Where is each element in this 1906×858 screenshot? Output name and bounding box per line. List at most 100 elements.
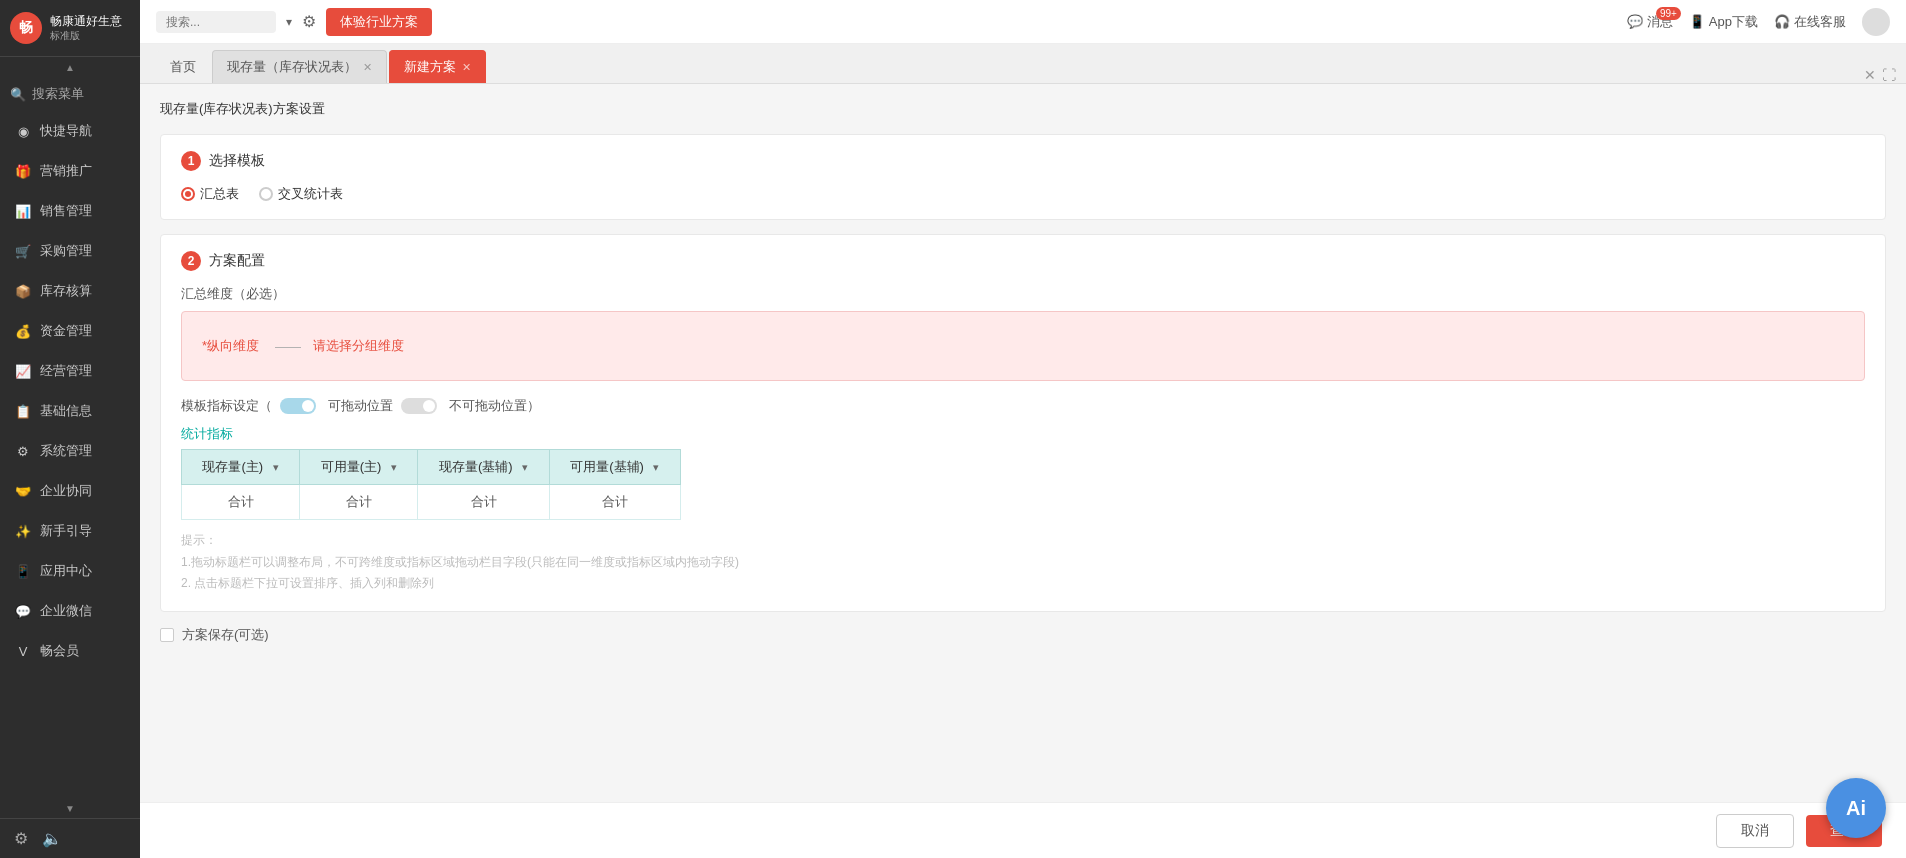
sidebar-item-guide[interactable]: ✨ 新手引导 bbox=[0, 511, 140, 551]
tab-expand-icon[interactable]: ⛶ bbox=[1882, 67, 1896, 83]
radio-cross-circle bbox=[259, 187, 273, 201]
finance-icon: 💰 bbox=[14, 322, 32, 340]
sidebar-scroll-up[interactable]: ▲ bbox=[0, 57, 140, 77]
logo-icon: 畅 bbox=[10, 12, 42, 44]
topbar-app-download[interactable]: 📱 App下载 bbox=[1689, 13, 1758, 31]
topbar-gear-icon[interactable]: ⚙ bbox=[302, 12, 316, 31]
topbar-search-input[interactable] bbox=[156, 11, 276, 33]
dimension-required: *纵向维度 bbox=[202, 337, 259, 355]
topbar-online-service[interactable]: 🎧 在线客服 bbox=[1774, 13, 1846, 31]
col-available-aux-label: 可用量(基辅) bbox=[570, 459, 644, 474]
tips-title: 提示： bbox=[181, 530, 1865, 552]
sidebar-item-marketing[interactable]: 🎁 营销推广 bbox=[0, 151, 140, 191]
sidebar-item-system[interactable]: ⚙ 系统管理 bbox=[0, 431, 140, 471]
sidebar-item-member[interactable]: V 畅会员 bbox=[0, 631, 140, 671]
col-current-aux[interactable]: 现存量(基辅) ▾ bbox=[418, 450, 549, 485]
sidebar-item-label: 新手引导 bbox=[40, 522, 92, 540]
draggable-label: 可拖动位置 bbox=[328, 397, 393, 415]
radio-summary[interactable]: 汇总表 bbox=[181, 185, 239, 203]
sidebar-item-apps[interactable]: 📱 应用中心 bbox=[0, 551, 140, 591]
radio-summary-circle bbox=[181, 187, 195, 201]
sidebar-item-label: 企业微信 bbox=[40, 602, 92, 620]
tip-1: 1.拖动标题栏可以调整布局，不可跨维度或指标区域拖动栏目字段(只能在同一维度或指… bbox=[181, 552, 1865, 574]
tab-close-all-icon[interactable]: ✕ bbox=[1864, 67, 1876, 83]
sidebar-item-inventory[interactable]: 📦 库存核算 bbox=[0, 271, 140, 311]
cell-summary-3: 合计 bbox=[418, 485, 549, 520]
message-icon: 💬 bbox=[1627, 14, 1643, 29]
company-icon: 🤝 bbox=[14, 482, 32, 500]
sidebar-item-label: 资金管理 bbox=[40, 322, 92, 340]
sidebar-item-purchase[interactable]: 🛒 采购管理 bbox=[0, 231, 140, 271]
topbar-right: 💬 消息 99+ 📱 App下载 🎧 在线客服 bbox=[1627, 8, 1890, 36]
sidebar-item-label: 基础信息 bbox=[40, 402, 92, 420]
sidebar: 畅 畅康通好生意 标准版 ▲ 🔍 搜索菜单 ◉ 快捷导航 🎁 营销推广 📊 销售… bbox=[0, 0, 140, 858]
radio-summary-label: 汇总表 bbox=[200, 185, 239, 203]
ai-floating-button[interactable]: Ai bbox=[1826, 778, 1886, 838]
sound-icon[interactable]: 🔈 bbox=[42, 829, 62, 848]
app-download-label: App下载 bbox=[1709, 13, 1758, 31]
tab-inventory-status[interactable]: 现存量（库存状况表） ✕ bbox=[212, 50, 387, 83]
col-available-main[interactable]: 可用量(主) ▾ bbox=[300, 450, 418, 485]
tab-new-plan[interactable]: 新建方案 ✕ bbox=[389, 50, 486, 83]
dimension-section-label: 汇总维度（必选） bbox=[181, 285, 1865, 303]
sidebar-item-wechat[interactable]: 💬 企业微信 bbox=[0, 591, 140, 631]
col-current-aux-dropdown[interactable]: ▾ bbox=[522, 461, 528, 473]
operations-icon: 📈 bbox=[14, 362, 32, 380]
step2-header: 2 方案配置 bbox=[181, 251, 1865, 271]
sidebar-item-label: 库存核算 bbox=[40, 282, 92, 300]
non-draggable-toggle bbox=[401, 398, 437, 414]
sidebar-search[interactable]: 🔍 搜索菜单 bbox=[0, 77, 140, 111]
sidebar-item-quick-nav[interactable]: ◉ 快捷导航 bbox=[0, 111, 140, 151]
dimension-box[interactable]: *纵向维度 —— 请选择分组维度 bbox=[181, 311, 1865, 381]
tip-2: 2. 点击标题栏下拉可设置排序、插入列和删除列 bbox=[181, 573, 1865, 595]
wechat-icon: 💬 bbox=[14, 602, 32, 620]
col-available-aux-dropdown[interactable]: ▾ bbox=[653, 461, 659, 473]
system-icon: ⚙ bbox=[14, 442, 32, 460]
action-bar: 取消 查询 bbox=[140, 802, 1906, 858]
step1-card: 1 选择模板 汇总表 交叉统计表 bbox=[160, 134, 1886, 220]
cancel-button[interactable]: 取消 bbox=[1716, 814, 1794, 848]
member-icon: V bbox=[14, 642, 32, 660]
col-available-main-dropdown[interactable]: ▾ bbox=[391, 461, 397, 473]
step2-card: 2 方案配置 汇总维度（必选） *纵向维度 —— 请选择分组维度 模板指标设定（… bbox=[160, 234, 1886, 612]
col-current-main[interactable]: 现存量(主) ▾ bbox=[182, 450, 300, 485]
sidebar-item-sales[interactable]: 📊 销售管理 bbox=[0, 191, 140, 231]
topbar-messages[interactable]: 💬 消息 99+ bbox=[1627, 13, 1673, 31]
tab-home[interactable]: 首页 bbox=[156, 51, 210, 83]
main-area: ▾ ⚙ 体验行业方案 💬 消息 99+ 📱 App下载 🎧 在线客服 首页 bbox=[140, 0, 1906, 858]
topbar: ▾ ⚙ 体验行业方案 💬 消息 99+ 📱 App下载 🎧 在线客服 bbox=[140, 0, 1906, 44]
quick-nav-icon: ◉ bbox=[14, 122, 32, 140]
sidebar-scroll-down[interactable]: ▼ bbox=[0, 798, 140, 818]
tips-section: 提示： 1.拖动标题栏可以调整布局，不可跨维度或指标区域拖动栏目字段(只能在同一… bbox=[181, 530, 1865, 595]
dimension-dash: —— bbox=[275, 339, 301, 354]
sidebar-logo: 畅 畅康通好生意 标准版 bbox=[0, 0, 140, 57]
page-title: 现存量(库存状况表)方案设置 bbox=[160, 100, 1886, 118]
sidebar-item-finance[interactable]: 💰 资金管理 bbox=[0, 311, 140, 351]
table-summary-row: 合计 合计 合计 合计 bbox=[182, 485, 681, 520]
tab-inventory-close[interactable]: ✕ bbox=[363, 61, 372, 74]
cell-summary-2: 合计 bbox=[300, 485, 418, 520]
settings-icon[interactable]: ⚙ bbox=[14, 829, 28, 848]
col-current-main-dropdown[interactable]: ▾ bbox=[273, 461, 279, 473]
stats-table: 现存量(主) ▾ 可用量(主) ▾ 现存量(基辅) ▾ bbox=[181, 449, 681, 520]
draggable-toggle bbox=[280, 398, 316, 414]
tab-inventory-label: 现存量（库存状况表） bbox=[227, 58, 357, 76]
guide-icon: ✨ bbox=[14, 522, 32, 540]
sidebar-item-operations[interactable]: 📈 经营管理 bbox=[0, 351, 140, 391]
topbar-dropdown[interactable]: ▾ bbox=[286, 15, 292, 29]
template-radio-group: 汇总表 交叉统计表 bbox=[181, 185, 1865, 203]
tab-new-plan-close[interactable]: ✕ bbox=[462, 61, 471, 74]
tab-new-plan-label: 新建方案 bbox=[404, 58, 456, 76]
topbar-cta-button[interactable]: 体验行业方案 bbox=[326, 8, 432, 36]
radio-cross[interactable]: 交叉统计表 bbox=[259, 185, 343, 203]
save-checkbox[interactable] bbox=[160, 628, 174, 642]
sidebar-item-label: 快捷导航 bbox=[40, 122, 92, 140]
col-available-aux[interactable]: 可用量(基辅) ▾ bbox=[549, 450, 680, 485]
online-service-label: 在线客服 bbox=[1794, 13, 1846, 31]
sidebar-item-company[interactable]: 🤝 企业协同 bbox=[0, 471, 140, 511]
user-avatar[interactable] bbox=[1862, 8, 1890, 36]
cell-summary-1: 合计 bbox=[182, 485, 300, 520]
sidebar-bottom: ⚙ 🔈 bbox=[0, 818, 140, 858]
inventory-icon: 📦 bbox=[14, 282, 32, 300]
sidebar-item-basics[interactable]: 📋 基础信息 bbox=[0, 391, 140, 431]
